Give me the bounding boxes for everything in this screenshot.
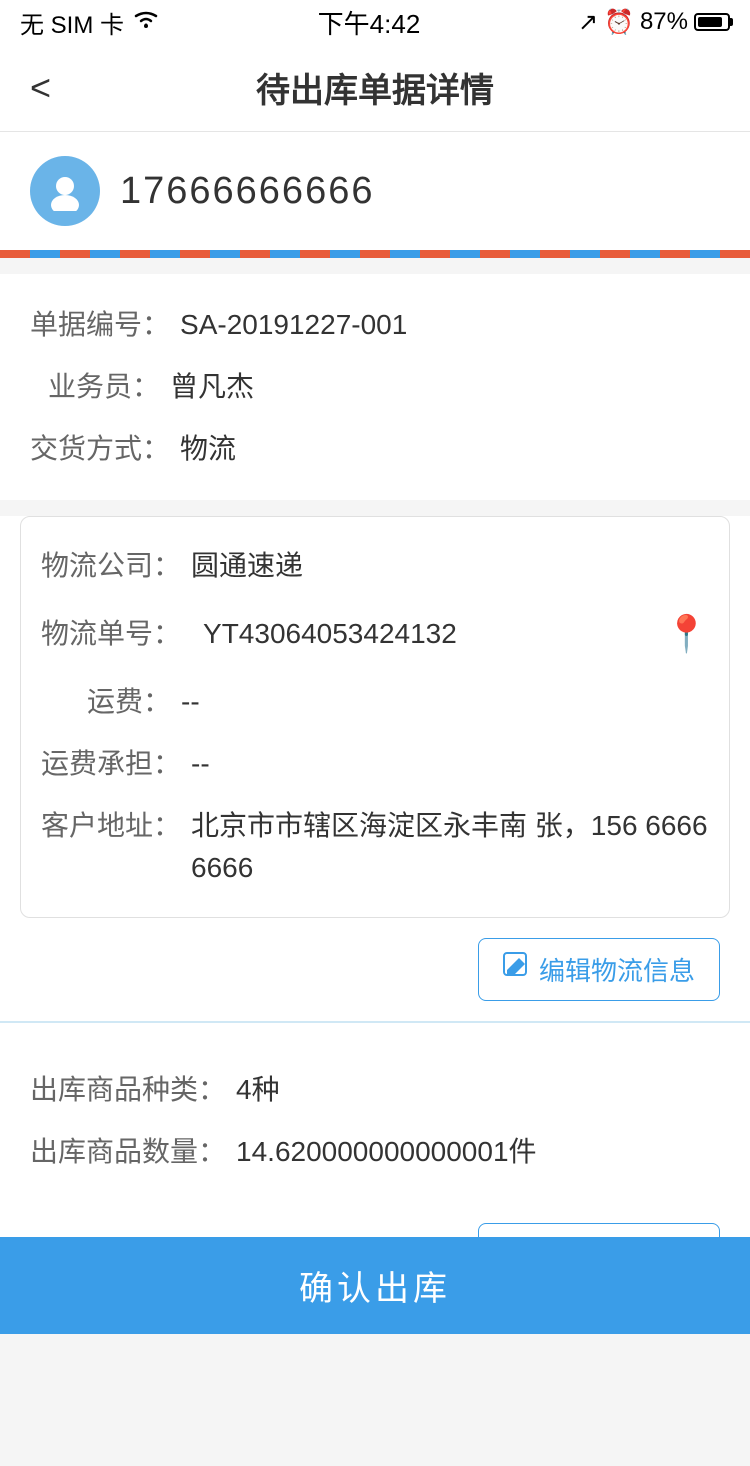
product-quantity-value: 14.620000000000001件 (236, 1131, 720, 1173)
delivery-method-row: 交货方式： 物流 (30, 428, 720, 470)
edit-icon (503, 952, 531, 987)
tracking-value: YT43064053424132 (203, 613, 652, 655)
freight-bearer-label: 运费承担： (41, 743, 191, 785)
product-type-row: 出库商品种类： 4种 (30, 1069, 720, 1111)
freight-label: 运费： (41, 681, 181, 723)
edit-logistics-row: 编辑物流信息 (0, 918, 750, 1021)
document-number-label: 单据编号： (30, 304, 180, 346)
section-divider (0, 1021, 750, 1023)
status-right: ↗ ⏰ 87% (578, 8, 730, 37)
document-number-value: SA-20191227-001 (180, 304, 720, 346)
address-label: 客户地址： (41, 805, 191, 847)
address-row: 客户地址： 北京市市辖区海淀区永丰南 张，156 6666 6666 (41, 805, 709, 889)
avatar (30, 156, 100, 226)
product-type-value: 4种 (236, 1069, 720, 1111)
confirm-outbound-button[interactable]: 确认出库 (299, 1261, 451, 1310)
document-number-row: 单据编号： SA-20191227-001 (30, 304, 720, 346)
product-type-label: 出库商品种类： (30, 1069, 236, 1111)
salesperson-row: 业务员： 曾凡杰 (30, 366, 720, 408)
tracking-label: 物流单号： (41, 613, 191, 655)
battery-percent: 87% (640, 8, 688, 36)
freight-bearer-row: 运费承担： -- (41, 743, 709, 785)
product-quantity-label: 出库商品数量： (30, 1131, 236, 1173)
back-button[interactable]: < (30, 67, 51, 109)
wifi-icon (132, 8, 160, 36)
product-summary-section: 出库商品种类： 4种 出库商品数量： 14.620000000000001件 (0, 1039, 750, 1203)
tracking-location-icon[interactable]: 📍 (664, 607, 709, 661)
delivery-method-value: 物流 (180, 428, 720, 470)
logistics-company-row: 物流公司： 圆通速递 (41, 545, 709, 587)
user-header: 17666666666 (0, 132, 750, 250)
salesperson-label: 业务员： (30, 366, 170, 408)
dashed-separator (0, 250, 750, 258)
basic-info-section: 单据编号： SA-20191227-001 业务员： 曾凡杰 交货方式： 物流 (0, 274, 750, 500)
logistics-company-value: 圆通速递 (191, 545, 709, 587)
logistics-company-label: 物流公司： (41, 545, 191, 587)
edit-logistics-label: 编辑物流信息 (539, 951, 695, 988)
tracking-row: 物流单号： YT43064053424132 📍 (41, 607, 709, 661)
salesperson-value: 曾凡杰 (170, 366, 720, 408)
carrier-label: 无 SIM 卡 (20, 5, 124, 40)
freight-bearer-value: -- (191, 743, 709, 785)
freight-row: 运费： -- (41, 681, 709, 723)
user-phone: 17666666666 (120, 170, 374, 213)
alarm-icon: ⏰ (604, 8, 634, 37)
battery-icon (694, 13, 730, 31)
page-title: 待出库单据详情 (256, 63, 494, 112)
delivery-method-label: 交货方式： (30, 428, 180, 470)
status-bar: 无 SIM 卡 下午4:42 ↗ ⏰ 87% (0, 0, 750, 44)
confirm-button-wrap: 确认出库 (0, 1237, 750, 1334)
edit-logistics-button[interactable]: 编辑物流信息 (478, 938, 720, 1001)
freight-value: -- (181, 681, 709, 723)
status-left: 无 SIM 卡 (20, 5, 160, 40)
logistics-section: 物流公司： 圆通速递 物流单号： YT43064053424132 📍 运费： … (0, 516, 750, 1306)
location-status-icon: ↗ (578, 8, 598, 37)
status-time: 下午4:42 (318, 4, 421, 41)
address-value: 北京市市辖区海淀区永丰南 张，156 6666 6666 (191, 805, 709, 889)
logistics-inner-card: 物流公司： 圆通速递 物流单号： YT43064053424132 📍 运费： … (20, 516, 730, 918)
nav-bar: < 待出库单据详情 (0, 44, 750, 132)
product-quantity-row: 出库商品数量： 14.620000000000001件 (30, 1131, 720, 1173)
